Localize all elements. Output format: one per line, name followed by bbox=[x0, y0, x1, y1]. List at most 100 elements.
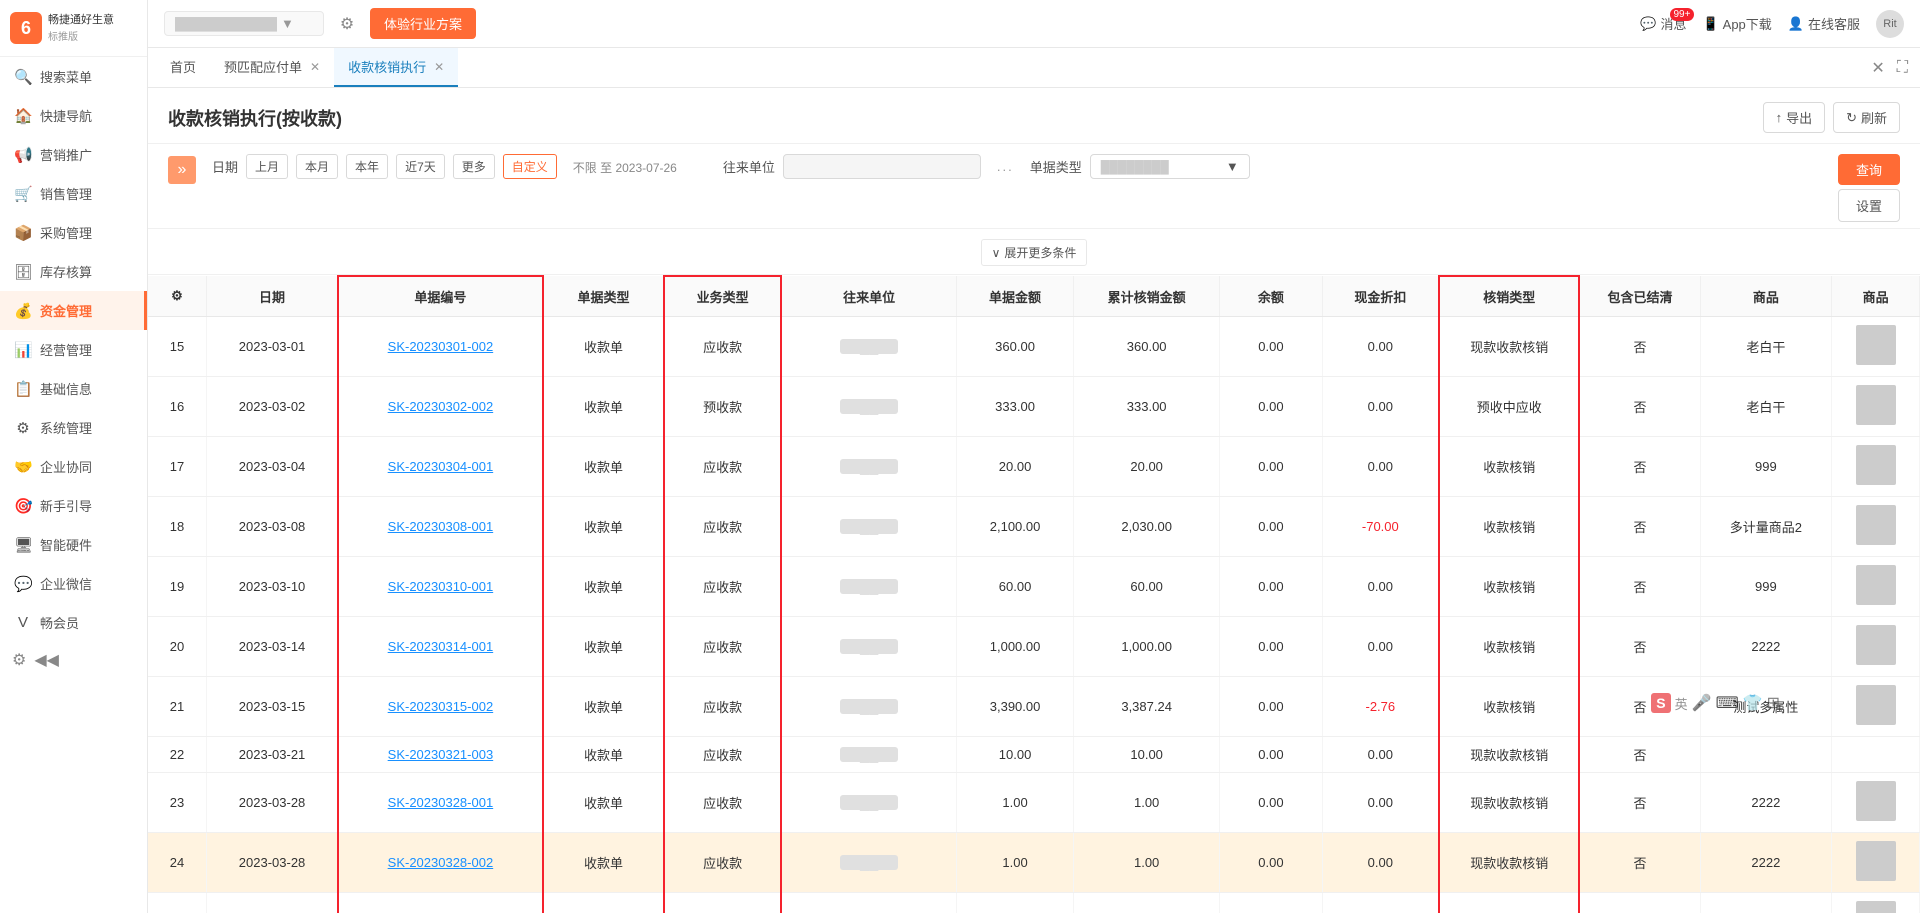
sidebar-item-enterprise[interactable]: 🤝 企业协同 bbox=[0, 447, 147, 486]
chevron-down-icon: ▼ bbox=[281, 16, 294, 31]
cell-doc-no[interactable]: SK-20230304-001 bbox=[338, 437, 543, 497]
cell-doc-type: 收款单 bbox=[543, 773, 664, 833]
data-table-container[interactable]: ⚙ 日期 单据编号 单据类型 业务类型 往来单位 单据金额 累计核销金额 余额 … bbox=[148, 275, 1920, 913]
cell-biz-type: 应收款 bbox=[664, 497, 781, 557]
tab-home[interactable]: 首页 bbox=[156, 48, 210, 87]
sidebar-item-marketing[interactable]: 📢 营销推广 bbox=[0, 135, 147, 174]
topbar-gear-button[interactable]: ⚙ bbox=[332, 9, 362, 39]
col-header-amount[interactable]: 单据金额 bbox=[957, 276, 1074, 317]
more-filters-dots[interactable]: ... bbox=[997, 159, 1014, 174]
cell-partner: ██ bbox=[781, 617, 956, 677]
cell-verified: 333.00 bbox=[1074, 377, 1220, 437]
cell-doc-no[interactable]: SK-20230310-001 bbox=[338, 557, 543, 617]
cell-doc-no[interactable]: SK-20230308-001 bbox=[338, 497, 543, 557]
sidebar-item-inventory[interactable]: 🗄 库存核算 bbox=[0, 252, 147, 291]
online-service-button[interactable]: 👤 在线客服 bbox=[1788, 14, 1860, 33]
cell-doc-no[interactable]: SK-20230328-002 bbox=[338, 833, 543, 893]
refresh-button[interactable]: ↻ 刷新 bbox=[1833, 102, 1900, 133]
export-button[interactable]: ↑ 导出 bbox=[1763, 102, 1826, 133]
finance-icon: 💰 bbox=[14, 302, 32, 320]
cell-goods: 多计量商品2 bbox=[1700, 497, 1832, 557]
cell-date: 2023-03-28 bbox=[206, 773, 338, 833]
last-7-days-button[interactable]: 近7天 bbox=[396, 154, 445, 179]
phone-icon: 📱 bbox=[1702, 16, 1718, 32]
col-header-doc-no[interactable]: 单据编号 bbox=[338, 276, 543, 317]
cell-doc-no[interactable]: SK-20230314-001 bbox=[338, 617, 543, 677]
last-month-button[interactable]: 上月 bbox=[246, 154, 288, 179]
col-header-verify-type[interactable]: 核销类型 bbox=[1439, 276, 1579, 317]
sidebar-item-search[interactable]: 🔍 搜索菜单 bbox=[0, 57, 147, 96]
cell-date: 2023-03-08 bbox=[206, 497, 338, 557]
query-button[interactable]: 查询 bbox=[1838, 154, 1900, 185]
col-header-include-settled[interactable]: 包含已结清 bbox=[1579, 276, 1700, 317]
cell-balance: 0.00 bbox=[1220, 737, 1322, 773]
col-header-balance[interactable]: 余额 bbox=[1220, 276, 1322, 317]
sidebar-item-purchase[interactable]: 📦 采购管理 bbox=[0, 213, 147, 252]
doc-type-select[interactable]: ████████ ▼ bbox=[1090, 154, 1250, 179]
table-row: 22 2023-03-21 SK-20230321-003 收款单 应收款 ██… bbox=[148, 737, 1920, 773]
this-month-button[interactable]: 本月 bbox=[296, 154, 338, 179]
tab-fullscreen-button[interactable]: ⛶ bbox=[1893, 55, 1912, 81]
cell-include-settled: 否 bbox=[1579, 317, 1700, 377]
cell-no: 25 bbox=[148, 893, 206, 913]
cell-verify-type: 收款核销 bbox=[1439, 677, 1579, 737]
sidebar-collapse-icon[interactable]: ◀◀ bbox=[34, 650, 59, 670]
cell-verified: 2,030.00 bbox=[1074, 497, 1220, 557]
col-header-goods[interactable]: 商品 bbox=[1700, 276, 1832, 317]
cell-goods2 bbox=[1832, 893, 1920, 913]
col-header-partner[interactable]: 往来单位 bbox=[781, 276, 956, 317]
partner-input[interactable] bbox=[783, 154, 981, 179]
custom-date-button[interactable]: 自定义 bbox=[503, 154, 557, 179]
topbar-right: 💬 消息 99+ 📱 App下载 👤 在线客服 Rit bbox=[1640, 10, 1904, 38]
tab-pre-match[interactable]: 预匹配应付单 ✕ bbox=[210, 48, 334, 87]
expand-conditions-button[interactable]: ∨ 展开更多条件 bbox=[981, 239, 1088, 266]
cell-cash-discount: -2.76 bbox=[1322, 677, 1439, 737]
filter-toggle-button[interactable]: » bbox=[168, 156, 196, 184]
user-avatar[interactable]: Rit bbox=[1876, 10, 1904, 38]
cell-verify-type: 现款收款核销 bbox=[1439, 833, 1579, 893]
sidebar-item-member[interactable]: V 畅会员 bbox=[0, 603, 147, 642]
col-header-goods2[interactable]: 商品 bbox=[1832, 276, 1920, 317]
cell-doc-no[interactable]: SK-20230302-002 bbox=[338, 377, 543, 437]
sidebar-item-wechat[interactable]: 💬 企业微信 bbox=[0, 564, 147, 603]
cell-cash-discount: 0.00 bbox=[1322, 557, 1439, 617]
sidebar-item-sales[interactable]: 🛒 销售管理 bbox=[0, 174, 147, 213]
sidebar-gear-icon[interactable]: ⚙ bbox=[12, 650, 26, 670]
sidebar-item-guide[interactable]: 🎯 新手引导 bbox=[0, 486, 147, 525]
basic-icon: 📋 bbox=[14, 380, 32, 398]
sidebar-item-smart-hw[interactable]: 🖥 智能硬件 bbox=[0, 525, 147, 564]
col-header-doc-type[interactable]: 单据类型 bbox=[543, 276, 664, 317]
operation-icon: 📊 bbox=[14, 341, 32, 359]
sidebar-item-system[interactable]: ⚙ 系统管理 bbox=[0, 408, 147, 447]
tab-collection-verify[interactable]: 收款核销执行 ✕ bbox=[334, 48, 458, 87]
sidebar-item-operation[interactable]: 📊 经营管理 bbox=[0, 330, 147, 369]
cell-doc-no[interactable]: SK-20230315-002 bbox=[338, 677, 543, 737]
col-header-date[interactable]: 日期 bbox=[206, 276, 338, 317]
this-year-button[interactable]: 本年 bbox=[346, 154, 388, 179]
sidebar-item-finance[interactable]: 💰 资金管理 bbox=[0, 291, 147, 330]
cell-biz-type: 应收款 bbox=[664, 833, 781, 893]
app-download-button[interactable]: 📱 App下载 bbox=[1702, 14, 1771, 33]
col-header-gear[interactable]: ⚙ bbox=[148, 276, 206, 317]
table-row: 25 2023-03-31 SK-20230331-002 红字收款单 应收款 … bbox=[148, 893, 1920, 913]
cell-doc-no[interactable]: SK-20230301-002 bbox=[338, 317, 543, 377]
col-header-verified[interactable]: 累计核销金额 bbox=[1074, 276, 1220, 317]
sidebar-item-basic[interactable]: 📋 基础信息 bbox=[0, 369, 147, 408]
filter-settings-button[interactable]: 设置 bbox=[1838, 189, 1900, 222]
cell-doc-no[interactable]: SK-20230328-001 bbox=[338, 773, 543, 833]
tab-pre-match-close[interactable]: ✕ bbox=[310, 60, 320, 74]
cell-verified: 1,000.00 bbox=[1074, 617, 1220, 677]
export-icon: ↑ bbox=[1776, 110, 1783, 125]
cell-doc-no[interactable]: SK-20230321-003 bbox=[338, 737, 543, 773]
filter-fields: 日期 上月 本月 本年 近7天 更多 自定义 不限 至 2023-07-26 往… bbox=[212, 154, 1822, 179]
col-header-cash-discount[interactable]: 现金折扣 bbox=[1322, 276, 1439, 317]
industry-solution-button[interactable]: 体验行业方案 bbox=[370, 8, 476, 39]
cell-doc-no[interactable]: SK-20230331-002 bbox=[338, 893, 543, 913]
tab-close-all-button[interactable]: ✕ bbox=[1867, 54, 1888, 82]
messages-button[interactable]: 💬 消息 99+ bbox=[1640, 14, 1686, 33]
tab-collection-verify-close[interactable]: ✕ bbox=[434, 60, 444, 74]
col-header-biz-type[interactable]: 业务类型 bbox=[664, 276, 781, 317]
sidebar-item-quick-nav[interactable]: 🏠 快捷导航 bbox=[0, 96, 147, 135]
more-dates-button[interactable]: 更多 bbox=[453, 154, 495, 179]
company-selector[interactable]: ████████████ ▼ bbox=[164, 11, 324, 36]
